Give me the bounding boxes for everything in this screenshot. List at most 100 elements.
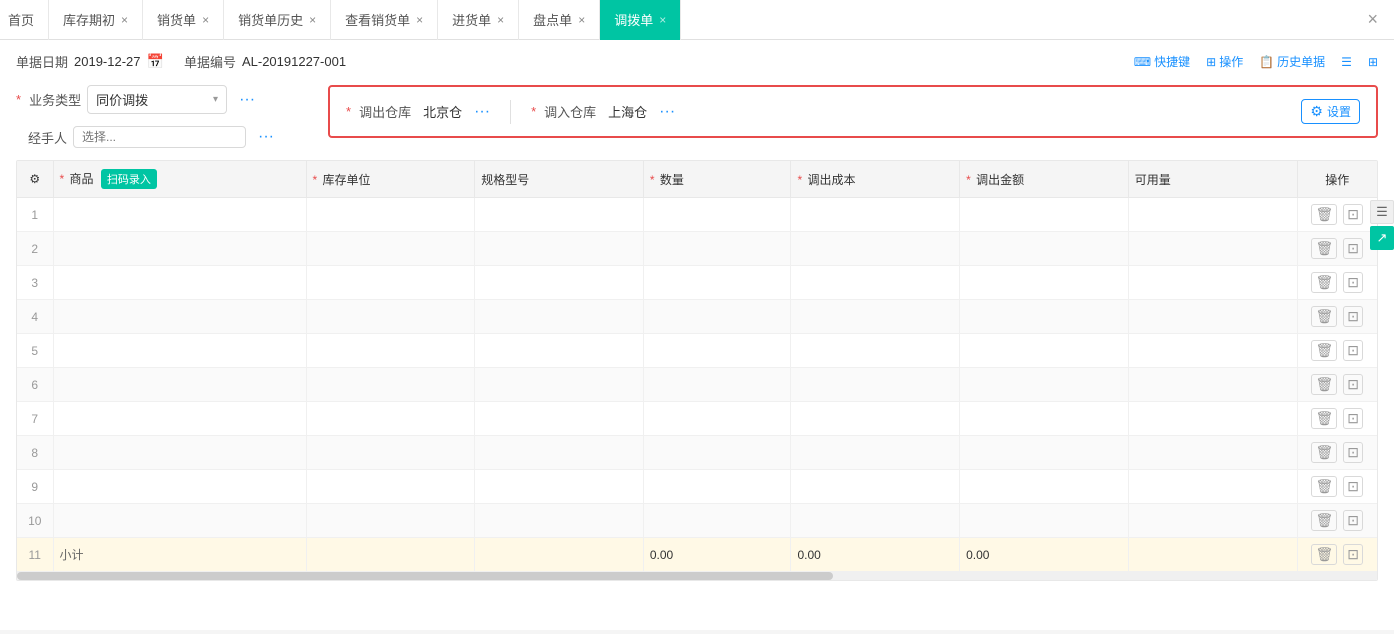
avail-cell[interactable] [1128, 198, 1297, 232]
cost-cell[interactable] [791, 266, 960, 300]
spec-cell[interactable] [475, 266, 644, 300]
tab-sales-close[interactable]: × [202, 13, 209, 27]
amount-cell[interactable] [960, 402, 1129, 436]
cost-cell[interactable] [791, 470, 960, 504]
scan-button[interactable]: 扫码录入 [101, 169, 157, 189]
delete-icon[interactable]: 🗑 [1311, 306, 1337, 327]
tab-sales-order[interactable]: 销货单 × [143, 0, 224, 40]
qty-cell[interactable] [643, 504, 791, 538]
copy-icon[interactable]: ⊡ [1343, 442, 1363, 463]
amount-cell[interactable] [960, 334, 1129, 368]
copy-icon[interactable]: ⊡ [1343, 408, 1363, 429]
delete-icon[interactable]: 🗑 [1311, 510, 1337, 531]
copy-icon[interactable]: ⊡ [1343, 238, 1363, 259]
th-gear[interactable]: ⚙ [17, 161, 53, 198]
tab-stock-count-close[interactable]: × [578, 13, 585, 27]
unit-cell[interactable] [306, 504, 475, 538]
delete-icon[interactable]: 🗑 [1311, 442, 1337, 463]
avail-cell[interactable] [1128, 300, 1297, 334]
avail-cell[interactable] [1128, 266, 1297, 300]
shortcuts-button[interactable]: ⌨ 快捷键 [1134, 53, 1190, 70]
unit-cell[interactable] [306, 266, 475, 300]
handler-more[interactable]: ··· [258, 129, 274, 145]
delete-icon[interactable]: 🗑 [1311, 476, 1337, 497]
qty-cell[interactable] [643, 436, 791, 470]
delete-icon[interactable]: 🗑 [1311, 408, 1337, 429]
qty-cell[interactable] [643, 402, 791, 436]
avail-cell[interactable] [1128, 232, 1297, 266]
product-cell[interactable] [53, 300, 306, 334]
delete-icon[interactable]: 🗑 [1311, 340, 1337, 361]
tab-home[interactable]: 首页 [8, 0, 49, 40]
amount-cell[interactable] [960, 436, 1129, 470]
copy-icon[interactable]: ⊡ [1343, 204, 1363, 225]
source-more[interactable]: ··· [474, 104, 490, 120]
operations-button[interactable]: ⊞ 操作 [1206, 53, 1243, 70]
target-more[interactable]: ··· [659, 104, 675, 120]
delete-icon[interactable]: 🗑 [1311, 238, 1337, 259]
product-cell[interactable] [53, 402, 306, 436]
qty-cell[interactable] [643, 334, 791, 368]
tab-sales-history-close[interactable]: × [309, 13, 316, 27]
tab-purchase-close[interactable]: × [497, 13, 504, 27]
unit-cell[interactable] [306, 368, 475, 402]
product-cell[interactable] [53, 334, 306, 368]
copy-icon[interactable]: ⊡ [1343, 510, 1363, 531]
cost-cell[interactable] [791, 300, 960, 334]
delete-icon[interactable]: 🗑 [1311, 204, 1337, 225]
unit-cell[interactable] [306, 334, 475, 368]
cost-cell[interactable] [791, 368, 960, 402]
delete-icon[interactable]: 🗑 [1311, 272, 1337, 293]
horizontal-scrollbar[interactable] [17, 572, 1377, 580]
spec-cell[interactable] [475, 436, 644, 470]
tab-purchase[interactable]: 进货单 × [438, 0, 519, 40]
spec-cell[interactable] [475, 402, 644, 436]
delete-icon[interactable]: 🗑 [1311, 544, 1337, 565]
cost-cell[interactable] [791, 198, 960, 232]
avail-cell[interactable] [1128, 368, 1297, 402]
unit-cell[interactable] [306, 470, 475, 504]
avail-cell[interactable] [1128, 436, 1297, 470]
unit-cell[interactable] [306, 300, 475, 334]
handler-input[interactable] [73, 126, 246, 148]
product-cell[interactable] [53, 198, 306, 232]
tab-inventory-init[interactable]: 库存期初 × [49, 0, 143, 40]
tab-inventory-close[interactable]: × [121, 13, 128, 27]
business-type-more[interactable]: ··· [239, 92, 255, 108]
copy-icon[interactable]: ⊡ [1343, 340, 1363, 361]
spec-cell[interactable] [475, 504, 644, 538]
history-button[interactable]: 📋 历史单据 [1259, 53, 1325, 70]
unit-cell[interactable] [306, 436, 475, 470]
amount-cell[interactable] [960, 504, 1129, 538]
qty-cell[interactable] [643, 232, 791, 266]
view-toggle-grid[interactable]: ⊞ [1368, 55, 1378, 69]
spec-cell[interactable] [475, 368, 644, 402]
avail-cell[interactable] [1128, 402, 1297, 436]
cost-cell[interactable] [791, 402, 960, 436]
delete-icon[interactable]: 🗑 [1311, 374, 1337, 395]
amount-cell[interactable] [960, 300, 1129, 334]
spec-cell[interactable] [475, 470, 644, 504]
tab-view-sales[interactable]: 查看销货单 × [331, 0, 438, 40]
tab-stock-count[interactable]: 盘点单 × [519, 0, 600, 40]
avail-cell[interactable] [1128, 504, 1297, 538]
amount-cell[interactable] [960, 266, 1129, 300]
qty-cell[interactable] [643, 266, 791, 300]
cost-cell[interactable] [791, 504, 960, 538]
cost-cell[interactable] [791, 334, 960, 368]
copy-icon[interactable]: ⊡ [1343, 476, 1363, 497]
sidebar-export-icon[interactable]: ↗ [1370, 226, 1394, 250]
avail-cell[interactable] [1128, 470, 1297, 504]
copy-icon[interactable]: ⊡ [1343, 544, 1363, 565]
business-type-select[interactable]: 同价调拨 ▾ [87, 85, 227, 114]
avail-cell[interactable] [1128, 334, 1297, 368]
product-cell[interactable] [53, 470, 306, 504]
product-cell[interactable] [53, 436, 306, 470]
main-close-button[interactable]: × [1359, 9, 1386, 30]
settings-button[interactable]: ⚙ 设置 [1301, 99, 1360, 124]
calendar-icon[interactable]: 📅 [147, 53, 164, 70]
product-cell[interactable] [53, 232, 306, 266]
copy-icon[interactable]: ⊡ [1343, 306, 1363, 327]
unit-cell[interactable] [306, 232, 475, 266]
product-cell[interactable] [53, 266, 306, 300]
